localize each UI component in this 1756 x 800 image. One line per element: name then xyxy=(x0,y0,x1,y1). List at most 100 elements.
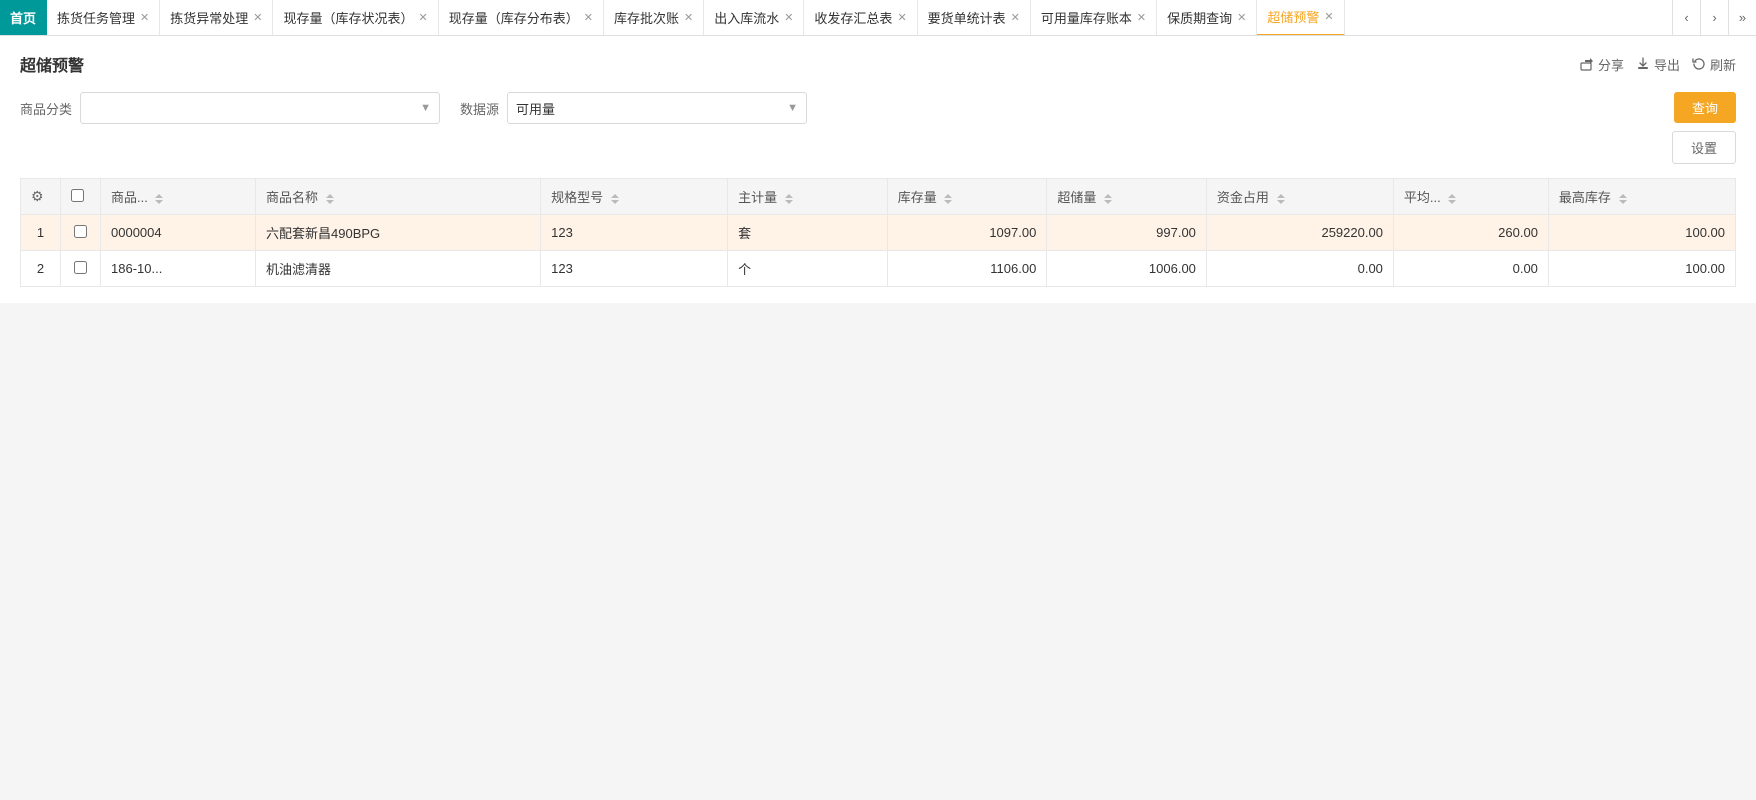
close-icon-inventory-status[interactable]: ✕ xyxy=(419,11,428,24)
th-inventory[interactable]: 库存量 xyxy=(887,179,1047,215)
filter-category-select[interactable]: ▼ xyxy=(80,92,440,124)
nav-item-inventory-status[interactable]: 现存量（库存状况表） ✕ xyxy=(273,0,438,36)
sort-icon-capital xyxy=(1277,193,1285,205)
nav-item-task-mgmt[interactable]: 拣货任务管理 ✕ xyxy=(47,0,160,36)
sort-icon-max-inventory xyxy=(1619,193,1627,205)
nav-item-order-stats[interactable]: 要货单统计表 ✕ xyxy=(918,0,1031,36)
select-all-checkbox[interactable] xyxy=(71,189,84,202)
cell-index-0: 1 xyxy=(21,215,61,251)
close-icon-overstock[interactable]: ✕ xyxy=(1324,10,1333,23)
export-icon xyxy=(1636,57,1650,71)
refresh-button[interactable]: 刷新 xyxy=(1692,55,1736,74)
nav-item-inventory-dist[interactable]: 现存量（库存分布表） ✕ xyxy=(439,0,604,36)
row-checkbox-1[interactable] xyxy=(74,261,87,274)
th-avg[interactable]: 平均... xyxy=(1393,179,1548,215)
cell-product-name-0: 六配套新昌490BPG xyxy=(256,215,541,251)
nav-home[interactable]: 首页 xyxy=(0,0,47,36)
close-icon-inout[interactable]: ✕ xyxy=(784,11,793,24)
nav-prev-button[interactable]: ‹ xyxy=(1672,0,1700,36)
query-button[interactable]: 查询 xyxy=(1674,92,1736,123)
cell-overstock-1: 1006.00 xyxy=(1047,251,1207,287)
nav-expand-button[interactable]: » xyxy=(1728,0,1756,36)
close-icon-available[interactable]: ✕ xyxy=(1137,11,1146,24)
settings-button[interactable]: 设置 xyxy=(1672,131,1736,164)
chevron-down-icon-datasource: ▼ xyxy=(787,102,798,114)
th-product-name[interactable]: 商品名称 xyxy=(256,179,541,215)
close-icon-abnormal[interactable]: ✕ xyxy=(253,11,262,24)
th-product-code[interactable]: 商品... xyxy=(101,179,256,215)
cell-product-code-1: 186-10... xyxy=(101,251,256,287)
nav-next-button[interactable]: › xyxy=(1700,0,1728,36)
th-overstock[interactable]: 超储量 xyxy=(1047,179,1207,215)
gear-icon[interactable]: ⚙ xyxy=(31,188,44,204)
th-capital[interactable]: 资金占用 xyxy=(1206,179,1393,215)
nav-item-summary[interactable]: 收发存汇总表 ✕ xyxy=(804,0,917,36)
th-settings: ⚙ xyxy=(21,179,61,215)
th-capital-label: 资金占用 xyxy=(1217,190,1269,205)
nav-home-label: 首页 xyxy=(10,8,36,27)
header-actions: 分享 导出 刷新 xyxy=(1580,55,1736,74)
close-icon-summary[interactable]: ✕ xyxy=(897,11,906,24)
nav-label-order-stats: 要货单统计表 xyxy=(928,8,1006,27)
header-row: ⚙ 商品... 商品名称 xyxy=(21,179,1736,215)
close-icon-batch[interactable]: ✕ xyxy=(684,11,693,24)
row-checkbox-0[interactable] xyxy=(74,225,87,238)
nav-item-overstock[interactable]: 超储预警 ✕ xyxy=(1257,0,1344,36)
export-label: 导出 xyxy=(1654,55,1680,74)
cell-overstock-0: 997.00 xyxy=(1047,215,1207,251)
close-icon-order-stats[interactable]: ✕ xyxy=(1011,11,1020,24)
nav-item-batch[interactable]: 库存批次账 ✕ xyxy=(604,0,704,36)
th-unit-label: 主计量 xyxy=(738,190,777,205)
chevron-down-icon-category: ▼ xyxy=(420,102,431,114)
close-icon-task-mgmt[interactable]: ✕ xyxy=(140,11,149,24)
cell-avg-1: 0.00 xyxy=(1393,251,1548,287)
filter-datasource-select[interactable]: 可用量 ▼ xyxy=(507,92,807,124)
close-icon-shelf-life[interactable]: ✕ xyxy=(1237,11,1246,24)
cell-spec-0: 123 xyxy=(541,215,728,251)
nav-arrows: ‹ › » xyxy=(1672,0,1756,36)
chevron-left-icon: ‹ xyxy=(1684,10,1688,25)
share-label: 分享 xyxy=(1598,55,1624,74)
cell-unit-0: 套 xyxy=(728,215,888,251)
table-header: ⚙ 商品... 商品名称 xyxy=(21,179,1736,215)
th-max-inventory-label: 最高库存 xyxy=(1559,190,1611,205)
page-header: 超储预警 分享 导出 刷新 xyxy=(20,52,1736,76)
nav-label-overstock: 超储预警 xyxy=(1267,7,1319,26)
chevron-right-icon: › xyxy=(1712,10,1716,25)
refresh-label: 刷新 xyxy=(1710,55,1736,74)
share-button[interactable]: 分享 xyxy=(1580,55,1624,74)
export-button[interactable]: 导出 xyxy=(1636,55,1680,74)
nav-item-abnormal[interactable]: 拣货异常处理 ✕ xyxy=(160,0,273,36)
cell-checkbox-0 xyxy=(61,215,101,251)
nav-item-inout[interactable]: 出入库流水 ✕ xyxy=(704,0,804,36)
nav-bar: 首页 拣货任务管理 ✕ 拣货异常处理 ✕ 现存量（库存状况表） ✕ 现存量（库存… xyxy=(0,0,1756,36)
sort-icon-avg xyxy=(1448,193,1456,205)
nav-label-summary: 收发存汇总表 xyxy=(814,8,892,27)
cell-max-inventory-0: 100.00 xyxy=(1548,215,1735,251)
page-title: 超储预警 xyxy=(20,52,84,76)
filter-datasource-item: 数据源 可用量 ▼ xyxy=(460,92,807,124)
th-product-code-label: 商品... xyxy=(111,190,148,205)
th-inventory-label: 库存量 xyxy=(898,190,937,205)
data-table: ⚙ 商品... 商品名称 xyxy=(20,178,1736,287)
expand-icon: » xyxy=(1739,10,1746,25)
page-container: 超储预警 分享 导出 刷新 xyxy=(0,36,1756,303)
nav-item-shelf-life[interactable]: 保质期查询 ✕ xyxy=(1157,0,1257,36)
nav-label-available: 可用量库存账本 xyxy=(1041,8,1132,27)
nav-label-batch: 库存批次账 xyxy=(614,8,679,27)
th-max-inventory[interactable]: 最高库存 xyxy=(1548,179,1735,215)
refresh-icon xyxy=(1692,57,1706,71)
cell-inventory-1: 1106.00 xyxy=(887,251,1047,287)
filter-category-item: 商品分类 ▼ xyxy=(20,92,440,124)
close-icon-inventory-dist[interactable]: ✕ xyxy=(584,11,593,24)
sort-icon-product-name xyxy=(326,193,334,205)
cell-checkbox-1 xyxy=(61,251,101,287)
th-spec[interactable]: 规格型号 xyxy=(541,179,728,215)
nav-item-available[interactable]: 可用量库存账本 ✕ xyxy=(1031,0,1157,36)
filter-right: 查询 设置 xyxy=(1672,92,1736,164)
sort-icon-overstock xyxy=(1104,193,1112,205)
th-product-name-label: 商品名称 xyxy=(266,190,318,205)
sort-icon-spec xyxy=(611,193,619,205)
cell-capital-1: 0.00 xyxy=(1206,251,1393,287)
th-unit[interactable]: 主计量 xyxy=(728,179,888,215)
